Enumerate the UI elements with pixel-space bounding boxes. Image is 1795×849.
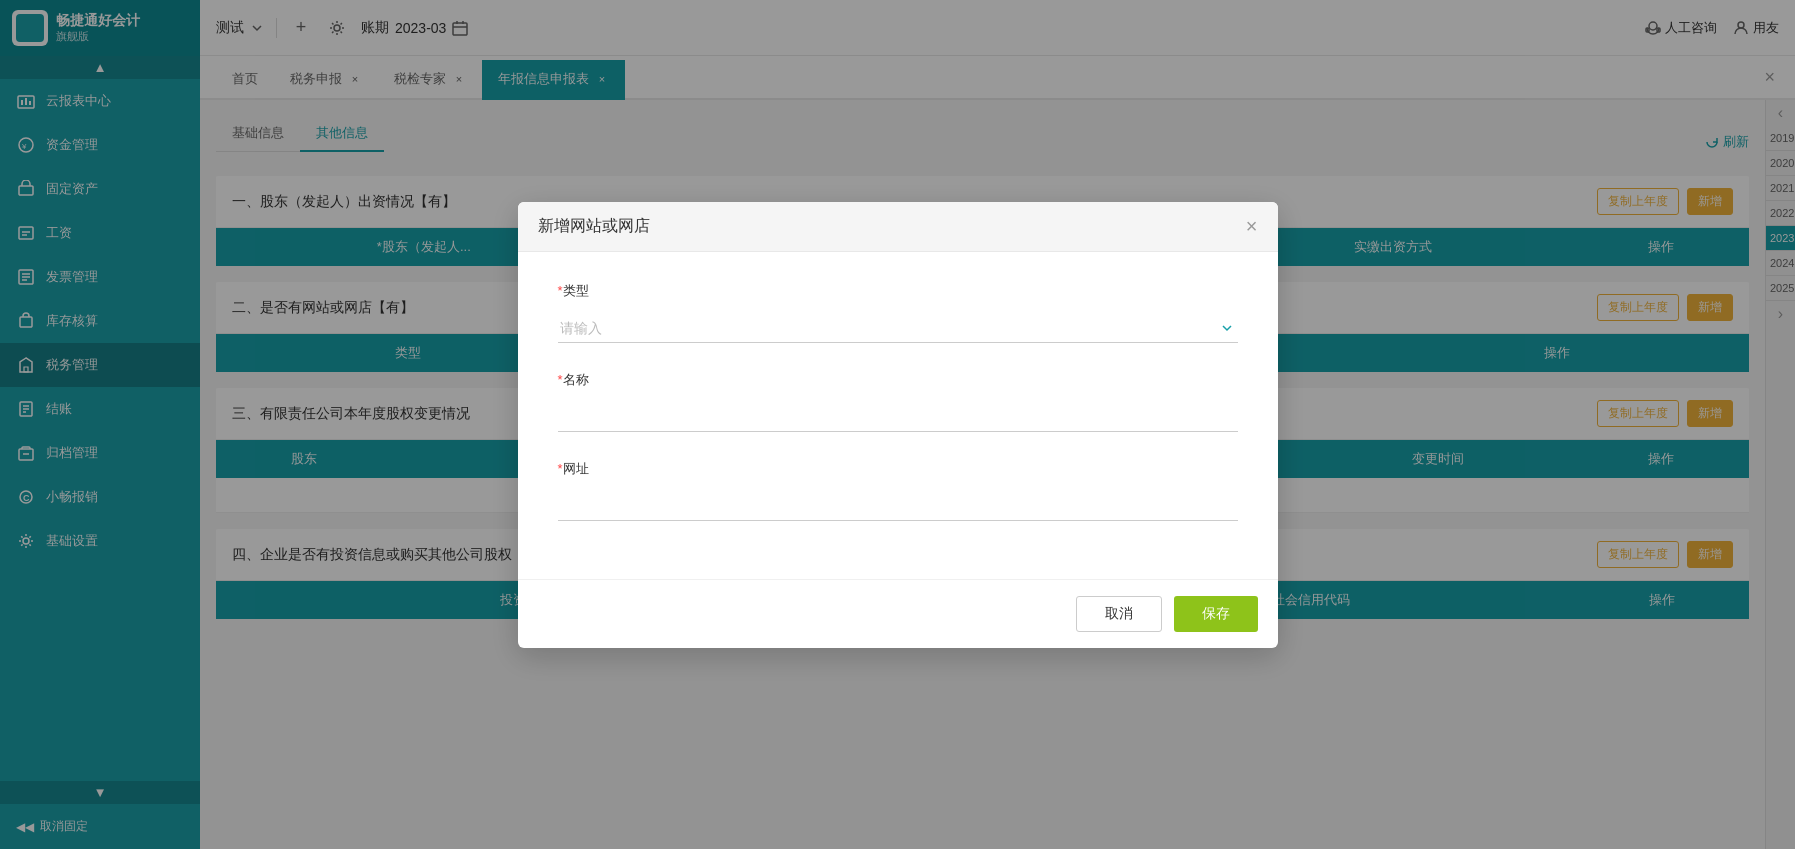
type-input[interactable] (558, 314, 1238, 342)
cancel-button[interactable]: 取消 (1076, 596, 1162, 632)
dialog-title: 新增网站或网店 (538, 216, 650, 237)
name-input-wrapper (558, 403, 1238, 432)
url-input[interactable] (558, 492, 1238, 520)
dialog-add-website: 新增网站或网店 × *类型 *名称 (518, 202, 1278, 648)
type-input-wrapper (558, 314, 1238, 343)
form-field-type: *类型 (558, 282, 1238, 343)
save-button[interactable]: 保存 (1174, 596, 1258, 632)
name-label: *名称 (558, 371, 589, 389)
form-field-name: *名称 (558, 371, 1238, 432)
dialog-overlay[interactable]: 新增网站或网店 × *类型 *名称 (0, 0, 1795, 849)
form-field-url: *网址 (558, 460, 1238, 521)
dialog-close-button[interactable]: × (1246, 216, 1258, 236)
url-label: *网址 (558, 460, 589, 478)
dialog-body: *类型 *名称 (518, 252, 1278, 579)
dialog-header: 新增网站或网店 × (518, 202, 1278, 252)
type-label: *类型 (558, 282, 589, 300)
name-input[interactable] (558, 403, 1238, 431)
dialog-footer: 取消 保存 (518, 579, 1278, 648)
type-dropdown-arrow-icon (1220, 321, 1234, 335)
url-input-wrapper (558, 492, 1238, 521)
